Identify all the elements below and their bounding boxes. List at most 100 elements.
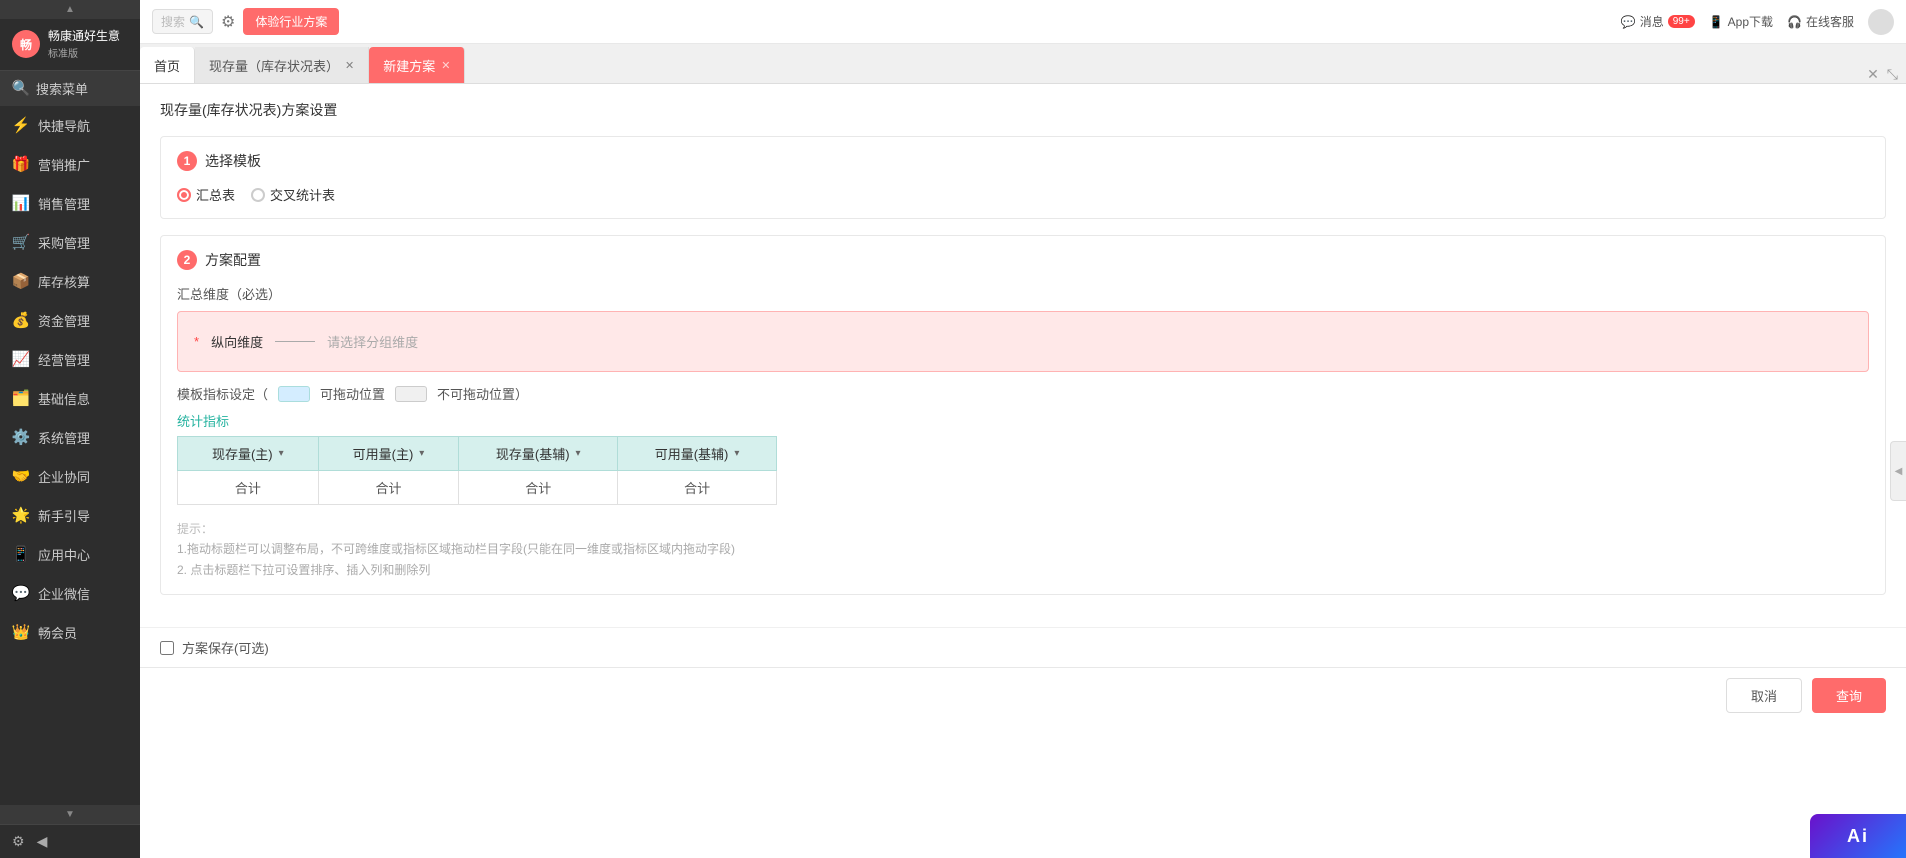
sales-icon: 📊 <box>12 194 30 212</box>
sidebar-item-purchase[interactable]: 🛒 采购管理 <box>0 223 140 262</box>
sidebar-bottom: ⚙ ◀ <box>0 824 140 858</box>
sidebar-scroll-down[interactable]: ▼ <box>0 805 140 824</box>
section-config: 2 方案配置 汇总维度（必选） * 纵向维度 请选择分组维度 模板指标设定（ 可… <box>160 235 1886 595</box>
tab-inventory-status[interactable]: 现存量（库存状况表） ✕ <box>195 47 369 83</box>
footer-buttons: 取消 查询 <box>140 667 1906 723</box>
sidebar: ▲ 畅 畅康通好生意 标准版 🔍 搜索菜单 ⚡ 快捷导航 🎁 营销推广 📊 销售… <box>0 0 140 858</box>
required-star: * <box>194 334 199 349</box>
user-avatar[interactable] <box>1868 9 1894 35</box>
page-title: 现存量(库存状况表)方案设置 <box>160 100 1886 120</box>
chevron-available-main: ▾ <box>419 448 424 459</box>
chevron-inventory-main: ▾ <box>279 448 284 459</box>
tab-new-scheme[interactable]: 新建方案 ✕ <box>369 47 465 83</box>
sidebar-item-app-center[interactable]: 📱 应用中心 <box>0 535 140 574</box>
indicator-row: 模板指标设定（ 可拖动位置 不可拖动位置） <box>177 384 1869 403</box>
guide-icon: 🌟 <box>12 506 30 524</box>
topbar-settings-icon[interactable]: ⚙ <box>221 12 235 32</box>
radio-summary[interactable]: 汇总表 <box>177 185 235 204</box>
dim-separator <box>275 341 315 342</box>
sidebar-item-marketing[interactable]: 🎁 营销推广 <box>0 145 140 184</box>
sidebar-item-enterprise[interactable]: 🤝 企业协同 <box>0 457 140 496</box>
section2-header: 2 方案配置 <box>177 250 1869 270</box>
quick-nav-icon: ⚡ <box>12 116 30 134</box>
topbar-search-text: 搜索 <box>161 13 185 30</box>
app-logo-text: 畅康通好生意 标准版 <box>48 29 120 60</box>
tab-close-all-icon[interactable]: ✕ <box>1867 66 1879 83</box>
collapse-icon[interactable]: ◀ <box>37 833 48 850</box>
sidebar-scroll-up[interactable]: ▲ <box>0 0 140 19</box>
main-area: 搜索 🔍 ⚙ 体验行业方案 💬 消息 99+ 📱 App下载 🎧 在线客服 <box>140 0 1906 858</box>
td-available-main-sub: 合计 <box>318 471 459 505</box>
th-available-aux[interactable]: 可用量(基辅) ▾ <box>618 437 777 471</box>
app-logo-icon: 畅 <box>12 30 40 58</box>
tab-new-scheme-close[interactable]: ✕ <box>441 59 450 72</box>
radio-crosstab[interactable]: 交叉统计表 <box>251 185 335 204</box>
inventory-icon: 📦 <box>12 272 30 290</box>
sidebar-logo: 畅 畅康通好生意 标准版 <box>0 19 140 71</box>
app-center-icon: 📱 <box>12 545 30 563</box>
topbar-left: 搜索 🔍 ⚙ 体验行业方案 <box>152 8 1613 35</box>
dim-vertical-label: 纵向维度 <box>211 332 263 351</box>
right-panel-handle[interactable]: ◀ <box>1890 441 1906 501</box>
th-inventory-main[interactable]: 现存量(主) ▾ <box>178 437 319 471</box>
section1-header: 1 选择模板 <box>177 151 1869 171</box>
dim-placeholder-text: 请选择分组维度 <box>327 332 418 351</box>
radio-crosstab-circle <box>251 188 265 202</box>
query-button[interactable]: 查询 <box>1812 678 1886 713</box>
message-btn[interactable]: 💬 消息 99+ <box>1621 13 1695 30</box>
sidebar-search[interactable]: 🔍 搜索菜单 <box>0 71 140 106</box>
purchase-icon: 🛒 <box>12 233 30 251</box>
settings-bottom-icon[interactable]: ⚙ <box>12 833 25 850</box>
td-inventory-aux-sub: 合计 <box>459 471 618 505</box>
basic-info-icon: 🗂️ <box>12 389 30 407</box>
save-label: 方案保存(可选) <box>182 638 269 657</box>
tab-controls: ✕ ⤡ <box>1867 66 1906 83</box>
sidebar-item-guide[interactable]: 🌟 新手引导 <box>0 496 140 535</box>
td-inventory-main-sub: 合计 <box>178 471 319 505</box>
th-inventory-aux[interactable]: 现存量(基辅) ▾ <box>459 437 618 471</box>
tab-home[interactable]: 首页 <box>140 47 195 83</box>
table-row: 合计 合计 合计 合计 <box>178 471 777 505</box>
sidebar-item-weixin[interactable]: 💬 企业微信 <box>0 574 140 613</box>
message-icon: 💬 <box>1621 15 1636 29</box>
weixin-icon: 💬 <box>12 584 30 602</box>
sidebar-menu: ⚡ 快捷导航 🎁 营销推广 📊 销售管理 🛒 采购管理 📦 库存核算 💰 资金管… <box>0 106 140 805</box>
section1-num: 1 <box>177 151 197 171</box>
sidebar-item-quick-nav[interactable]: ⚡ 快捷导航 <box>0 106 140 145</box>
online-service-btn[interactable]: 🎧 在线客服 <box>1787 13 1854 30</box>
sidebar-item-sales[interactable]: 📊 销售管理 <box>0 184 140 223</box>
tab-inventory-close[interactable]: ✕ <box>345 59 354 72</box>
app-download-icon: 📱 <box>1709 15 1724 29</box>
cancel-button[interactable]: 取消 <box>1726 678 1802 713</box>
sidebar-item-inventory[interactable]: 📦 库存核算 <box>0 262 140 301</box>
section-template: 1 选择模板 汇总表 交叉统计表 <box>160 136 1886 219</box>
search-icon: 🔍 <box>12 79 30 97</box>
industry-btn[interactable]: 体验行业方案 <box>243 8 339 35</box>
content-inner: 现存量(库存状况表)方案设置 1 选择模板 汇总表 交叉统计表 <box>140 84 1906 627</box>
sidebar-item-system[interactable]: ⚙️ 系统管理 <box>0 418 140 457</box>
system-icon: ⚙️ <box>12 428 30 446</box>
tips-section: 提示： 1.拖动标题栏可以调整布局，不可跨维度或指标区域拖动栏目字段(只能在同一… <box>177 519 1869 580</box>
enterprise-icon: 🤝 <box>12 467 30 485</box>
fixed-indicator-sample <box>395 386 427 402</box>
th-available-main[interactable]: 可用量(主) ▾ <box>318 437 459 471</box>
stats-section: 统计指标 现存量(主) ▾ <box>177 411 1869 505</box>
message-badge: 99+ <box>1668 15 1695 28</box>
app-download-btn[interactable]: 📱 App下载 <box>1709 13 1773 30</box>
ai-badge[interactable]: Ai <box>1810 814 1906 858</box>
section1-title: 选择模板 <box>205 151 261 171</box>
sidebar-item-operations[interactable]: 📈 经营管理 <box>0 340 140 379</box>
tab-expand-icon[interactable]: ⤡ <box>1887 66 1898 83</box>
sidebar-item-basic-info[interactable]: 🗂️ 基础信息 <box>0 379 140 418</box>
headset-icon: 🎧 <box>1787 15 1802 29</box>
movable-indicator-sample <box>278 386 310 402</box>
topbar-search-box[interactable]: 搜索 🔍 <box>152 9 213 34</box>
topbar-right: 💬 消息 99+ 📱 App下载 🎧 在线客服 <box>1621 9 1894 35</box>
topbar: 搜索 🔍 ⚙ 体验行业方案 💬 消息 99+ 📱 App下载 🎧 在线客服 <box>140 0 1906 44</box>
tip-1: 1.拖动标题栏可以调整布局，不可跨维度或指标区域拖动栏目字段(只能在同一维度或指… <box>177 539 1869 559</box>
save-checkbox[interactable] <box>160 641 174 655</box>
sidebar-item-member[interactable]: 👑 畅会员 <box>0 613 140 652</box>
sidebar-item-finance[interactable]: 💰 资金管理 <box>0 301 140 340</box>
chevron-inventory-aux: ▾ <box>576 448 581 459</box>
td-available-aux-sub: 合计 <box>618 471 777 505</box>
